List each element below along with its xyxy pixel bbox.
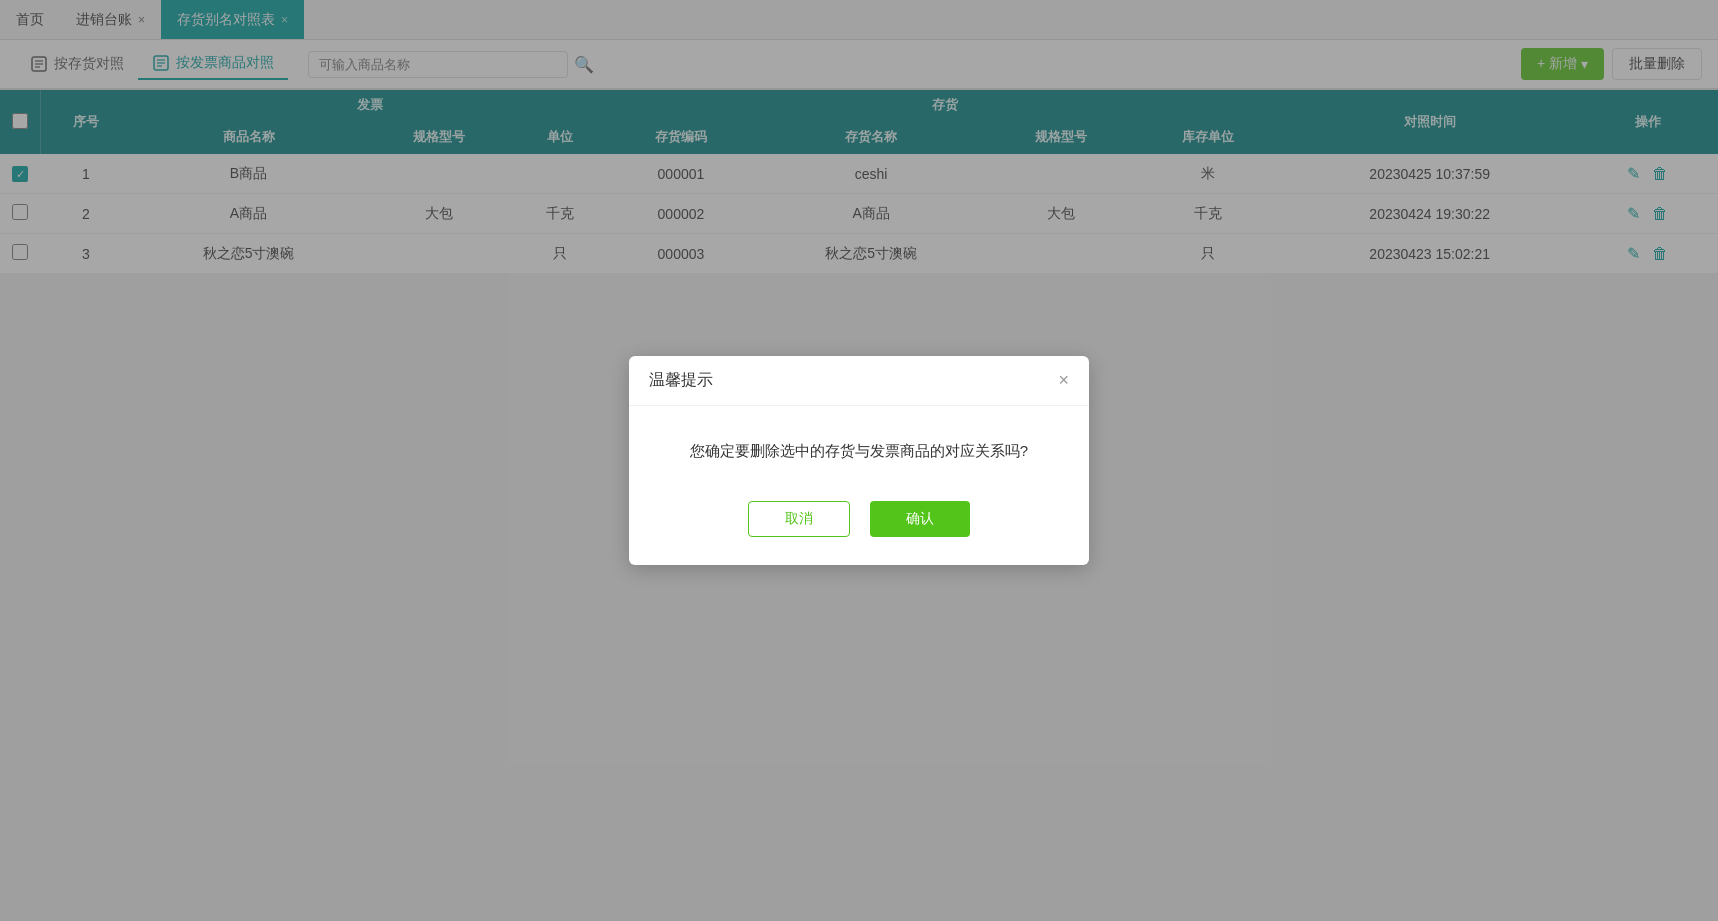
dialog-overlay: 温馨提示 × 您确定要删除选中的存货与发票商品的对应关系吗? 取消 确认 <box>0 0 1718 274</box>
